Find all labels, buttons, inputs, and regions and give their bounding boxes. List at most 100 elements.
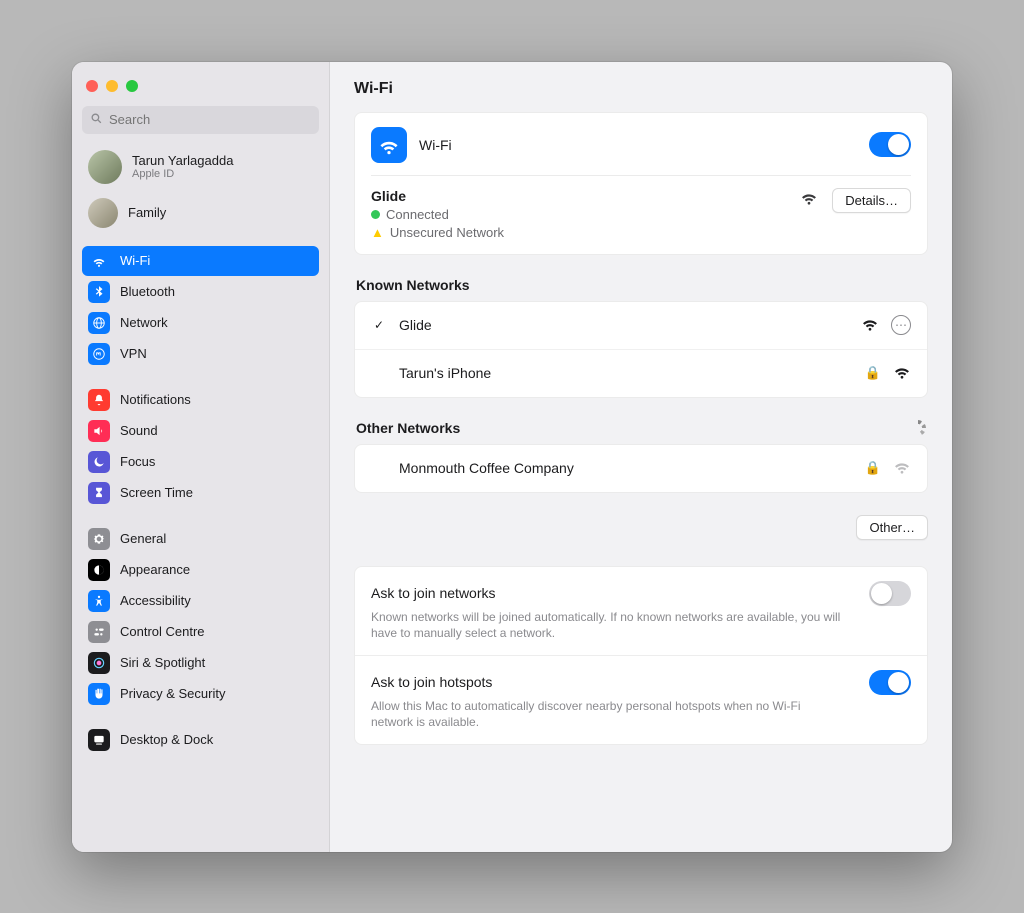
lock-icon: 🔒 [865, 460, 881, 476]
wifi-icon [371, 127, 407, 163]
control-centre-icon [88, 621, 110, 643]
gear-icon [88, 528, 110, 550]
warning-icon: ▲ [371, 225, 384, 240]
wifi-toggle[interactable] [869, 132, 911, 157]
other-network-button[interactable]: Other… [856, 515, 928, 540]
other-networks-title: Other Networks [356, 420, 460, 436]
wifi-status-card: Wi-Fi Glide Connected ▲ Unsecured Networ… [354, 112, 928, 255]
setting-description: Known networks will be joined automatica… [371, 609, 841, 641]
sidebar-item-focus[interactable]: Focus [82, 447, 319, 477]
connected-ssid: Glide [371, 188, 504, 204]
sidebar-item-label: Accessibility [120, 593, 191, 608]
wifi-header-label: Wi-Fi [419, 137, 452, 153]
known-networks-title: Known Networks [356, 277, 926, 293]
search-input[interactable] [109, 112, 311, 127]
sidebar-item-label: Screen Time [120, 485, 193, 500]
network-name: Tarun's iPhone [399, 365, 491, 381]
family-avatar [88, 198, 118, 228]
sidebar-item-notifications[interactable]: Notifications [82, 385, 319, 415]
sidebar-item-label: General [120, 531, 166, 546]
close-window-button[interactable] [86, 80, 98, 92]
ask-join-hotspots-toggle[interactable] [869, 670, 911, 695]
network-name: Monmouth Coffee Company [399, 460, 574, 476]
sidebar-item-appearance[interactable]: Appearance [82, 555, 319, 585]
network-icon [88, 312, 110, 334]
page-title: Wi-Fi [354, 80, 928, 98]
setting-title: Ask to join networks [371, 585, 496, 601]
hourglass-icon [88, 482, 110, 504]
sidebar-item-label: Siri & Spotlight [120, 655, 205, 670]
sidebar-item-label: Focus [120, 454, 155, 469]
setting-title: Ask to join hotspots [371, 674, 492, 690]
signal-strength-icon [800, 188, 818, 211]
sidebar-item-siri[interactable]: Siri & Spotlight [82, 648, 319, 678]
sound-icon [88, 420, 110, 442]
setting-description: Allow this Mac to automatically discover… [371, 698, 841, 730]
details-button[interactable]: Details… [832, 188, 911, 213]
bluetooth-icon [88, 281, 110, 303]
sidebar-item-screentime[interactable]: Screen Time [82, 478, 319, 508]
sidebar-item-sound[interactable]: Sound [82, 416, 319, 446]
family-row[interactable]: Family [82, 194, 319, 232]
avatar [88, 150, 122, 184]
moon-icon [88, 451, 110, 473]
sidebar-item-label: Privacy & Security [120, 686, 225, 701]
sidebar-item-label: VPN [120, 346, 147, 361]
wifi-settings-card: Ask to join networks Known networks will… [354, 566, 928, 746]
minimize-window-button[interactable] [106, 80, 118, 92]
sidebar-item-controlcentre[interactable]: Control Centre [82, 617, 319, 647]
vpn-icon [88, 343, 110, 365]
sidebar-item-network[interactable]: Network [82, 308, 319, 338]
sidebar-item-label: Appearance [120, 562, 190, 577]
loading-spinner-icon [910, 420, 926, 436]
siri-icon [88, 652, 110, 674]
appearance-icon [88, 559, 110, 581]
accessibility-icon [88, 590, 110, 612]
network-row[interactable]: Tarun's iPhone 🔒 [355, 349, 927, 397]
hand-icon [88, 683, 110, 705]
sidebar-item-label: Wi-Fi [120, 253, 150, 268]
sidebar-item-wifi[interactable]: Wi-Fi [82, 246, 319, 276]
account-name: Tarun Yarlagadda [132, 153, 233, 168]
network-row[interactable]: ✓ Glide ⋯ [355, 302, 927, 349]
sidebar-item-desktop[interactable]: Desktop & Dock [82, 725, 319, 755]
sidebar-item-label: Notifications [120, 392, 191, 407]
lock-icon: 🔒 [865, 365, 881, 381]
apple-id-row[interactable]: Tarun Yarlagadda Apple ID [82, 146, 319, 188]
sidebar-item-general[interactable]: General [82, 524, 319, 554]
sidebar-item-label: Bluetooth [120, 284, 175, 299]
window-controls [82, 74, 319, 106]
checkmark-icon: ✓ [371, 318, 387, 332]
wifi-icon [88, 250, 110, 272]
account-sub: Apple ID [132, 168, 233, 180]
fullscreen-window-button[interactable] [126, 80, 138, 92]
more-options-button[interactable]: ⋯ [891, 315, 911, 335]
signal-strength-icon [861, 314, 879, 337]
connection-warning: ▲ Unsecured Network [371, 225, 504, 240]
sidebar-item-label: Sound [120, 423, 158, 438]
sidebar: Tarun Yarlagadda Apple ID Family Wi-Fi B… [72, 62, 330, 852]
connection-status: Connected [371, 207, 504, 222]
sidebar-item-label: Network [120, 315, 168, 330]
main-content: Wi-Fi Wi-Fi Glide Connected [330, 62, 952, 852]
settings-window: Tarun Yarlagadda Apple ID Family Wi-Fi B… [72, 62, 952, 852]
signal-strength-icon [893, 362, 911, 385]
network-row[interactable]: Monmouth Coffee Company 🔒 [355, 445, 927, 492]
signal-strength-icon [893, 457, 911, 480]
network-name: Glide [399, 317, 432, 333]
status-dot-icon [371, 210, 380, 219]
dock-icon [88, 729, 110, 751]
bell-icon [88, 389, 110, 411]
sidebar-item-privacy[interactable]: Privacy & Security [82, 679, 319, 709]
known-networks-list: ✓ Glide ⋯ Tarun's iPhone 🔒 [354, 301, 928, 398]
sidebar-item-vpn[interactable]: VPN [82, 339, 319, 369]
sidebar-item-label: Desktop & Dock [120, 732, 213, 747]
search-icon [90, 112, 103, 128]
family-label: Family [128, 205, 166, 220]
search-field[interactable] [82, 106, 319, 134]
sidebar-item-bluetooth[interactable]: Bluetooth [82, 277, 319, 307]
sidebar-item-accessibility[interactable]: Accessibility [82, 586, 319, 616]
ask-join-networks-toggle[interactable] [869, 581, 911, 606]
sidebar-item-label: Control Centre [120, 624, 205, 639]
other-networks-list: Monmouth Coffee Company 🔒 [354, 444, 928, 493]
